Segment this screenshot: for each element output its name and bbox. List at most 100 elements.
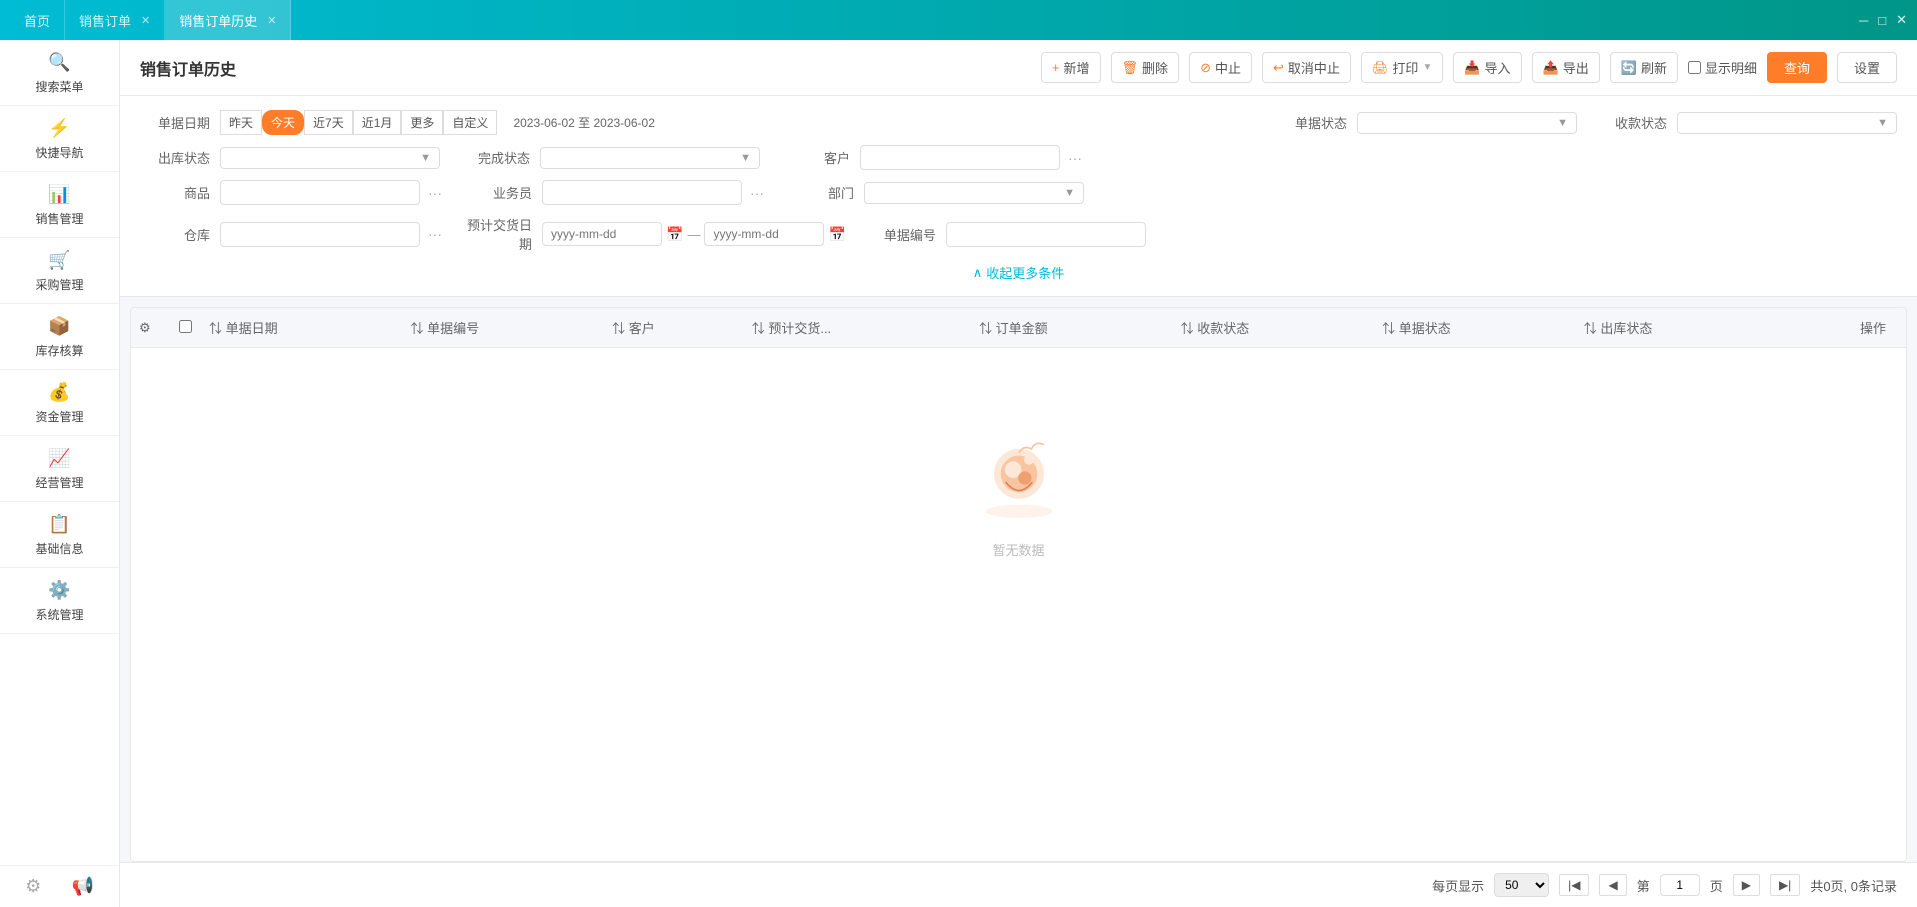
filter-row-4: 仓库 ··· 预计交货日期 📅 — 📅 单据编号 [140, 215, 1897, 253]
warehouse-input[interactable] [220, 222, 420, 247]
th-customer[interactable]: ⇅ 客户 [604, 308, 744, 348]
payment-status-select[interactable]: ▼ [1677, 112, 1897, 134]
collapse-button[interactable]: ∧ 收起更多条件 [140, 263, 1897, 282]
sidebar-item-quick-nav[interactable]: ⚡ 快捷导航 [0, 106, 119, 172]
salesperson-field-group: ··· [542, 180, 764, 205]
page-header: 销售订单历史 + 新增 🗑 删除 ⊘ 中止 ↩ 取消中止 [120, 40, 1917, 96]
customer-field-group: ··· [860, 145, 1082, 170]
print-button[interactable]: 🖨 打印 ▼ [1361, 52, 1443, 83]
add-button[interactable]: + 新增 [1041, 52, 1101, 83]
date-range-display: 2023-06-02 至 2023-06-02 [513, 114, 654, 131]
expected-date-start[interactable] [542, 222, 662, 246]
product-dots-button[interactable]: ··· [428, 185, 442, 201]
th-delivery-status[interactable]: ⇅ 出库状态 [1576, 308, 1778, 348]
sidebar-item-finance[interactable]: 💰 资金管理 [0, 370, 119, 436]
empty-text: 暂无数据 [992, 540, 1044, 559]
sidebar-speaker-icon[interactable]: 📢 [71, 876, 93, 897]
date-btn-today[interactable]: 今天 [262, 110, 304, 135]
page-number-input[interactable] [1660, 874, 1700, 896]
delete-label: 删除 [1142, 58, 1168, 77]
maximize-icon[interactable]: □ [1878, 13, 1886, 28]
payment-status-arrow-icon: ▼ [1877, 117, 1888, 129]
empty-illustration [969, 428, 1069, 528]
sidebar-item-sales-mgmt[interactable]: 📊 销售管理 [0, 172, 119, 238]
warehouse-dots-button[interactable]: ··· [428, 226, 442, 242]
sidebar-item-system-mgmt[interactable]: ⚙️ 系统管理 [0, 568, 119, 634]
product-input[interactable] [220, 180, 420, 205]
customer-dots-button[interactable]: ··· [1068, 150, 1082, 166]
delivery-status-select[interactable]: ▼ [220, 147, 440, 169]
import-button[interactable]: 📥 导入 [1453, 52, 1521, 83]
export-button[interactable]: 📤 导出 [1532, 52, 1600, 83]
query-button[interactable]: 查询 [1767, 52, 1827, 83]
collapse-row: ∧ 收起更多条件 [140, 263, 1897, 282]
calendar-start-icon[interactable]: 📅 [666, 226, 683, 243]
complete-status-select[interactable]: ▼ [540, 147, 760, 169]
sidebar-item-base-info-label: 基础信息 [35, 540, 83, 557]
select-all-checkbox[interactable] [179, 320, 192, 333]
department-arrow-icon: ▼ [1064, 187, 1075, 199]
settings-button[interactable]: 设置 [1837, 52, 1897, 83]
show-detail-checkbox[interactable] [1688, 61, 1701, 74]
date-btn-yesterday[interactable]: 昨天 [220, 110, 262, 135]
date-btn-more[interactable]: 更多 [401, 110, 443, 135]
sidebar-item-search-menu[interactable]: 🔍 搜索菜单 [0, 40, 119, 106]
sidebar: 🔍 搜索菜单 ⚡ 快捷导航 📊 销售管理 🛒 采购管理 📦 库存核算 💰 资金管… [0, 40, 120, 907]
date-btn-custom[interactable]: 自定义 [443, 110, 497, 135]
th-expected-delivery[interactable]: ⇅ 预计交货... [744, 308, 971, 348]
import-label: 导入 [1485, 58, 1511, 77]
th-delivery-status-label: ⇅ 出库状态 [1584, 321, 1653, 336]
page-next-button[interactable]: ▶ [1733, 874, 1760, 896]
purchase-mgmt-icon: 🛒 [48, 250, 70, 271]
order-no-input[interactable] [946, 222, 1146, 247]
department-select[interactable]: ▼ [864, 182, 1084, 204]
content-area: 销售订单历史 + 新增 🗑 删除 ⊘ 中止 ↩ 取消中止 [120, 40, 1917, 907]
sidebar-settings-icon[interactable]: ⚙ [25, 876, 41, 897]
page-last-button[interactable]: ▶| [1770, 874, 1800, 896]
tab-sales-order-close[interactable]: ✕ [141, 14, 150, 27]
top-bar: 首页 销售订单 ✕ 销售订单历史 ✕ ─ □ ✕ [0, 0, 1917, 40]
salesperson-input[interactable] [542, 180, 742, 205]
page-first-button[interactable]: |◀ [1559, 874, 1589, 896]
sidebar-item-purchase-mgmt[interactable]: 🛒 采购管理 [0, 238, 119, 304]
th-gear[interactable]: ⚙ [131, 308, 171, 348]
delivery-status-arrow-icon: ▼ [420, 152, 431, 164]
import-icon: 📥 [1464, 60, 1480, 76]
close-icon[interactable]: ✕ [1896, 12, 1907, 28]
stop-button[interactable]: ⊘ 中止 [1189, 52, 1252, 83]
sidebar-item-finance-label: 资金管理 [35, 408, 83, 425]
date-btn-last1month[interactable]: 近1月 [353, 110, 402, 135]
page-size-select[interactable]: 10 20 50 100 [1494, 873, 1549, 897]
sidebar-item-business-mgmt[interactable]: 📈 经营管理 [0, 436, 119, 502]
calendar-end-icon[interactable]: 📅 [828, 226, 845, 243]
search-menu-icon: 🔍 [48, 52, 70, 73]
order-status-select[interactable]: ▼ [1357, 112, 1577, 134]
cancel-stop-button[interactable]: ↩ 取消中止 [1262, 52, 1351, 83]
customer-input[interactable] [860, 145, 1060, 170]
tab-home[interactable]: 首页 [10, 0, 65, 40]
page-prev-button[interactable]: ◀ [1599, 874, 1626, 896]
sidebar-item-inventory[interactable]: 📦 库存核算 [0, 304, 119, 370]
refresh-button[interactable]: 🔄 刷新 [1610, 52, 1678, 83]
th-order-status[interactable]: ⇅ 单据状态 [1374, 308, 1576, 348]
date-btn-last7[interactable]: 近7天 [304, 110, 353, 135]
tab-sales-order[interactable]: 销售订单 ✕ [65, 0, 165, 40]
th-date[interactable]: ⇅ 单据日期 [201, 308, 403, 348]
tab-sales-order-history[interactable]: 销售订单历史 ✕ [165, 0, 291, 40]
delete-button[interactable]: 🗑 删除 [1111, 52, 1180, 83]
th-check[interactable] [171, 308, 201, 348]
th-payment-status[interactable]: ⇅ 收款状态 [1173, 308, 1375, 348]
chevron-up-icon: ∧ [973, 265, 983, 281]
tab-home-label: 首页 [24, 11, 50, 30]
sidebar-item-base-info[interactable]: 📋 基础信息 [0, 502, 119, 568]
salesperson-dots-button[interactable]: ··· [750, 185, 764, 201]
th-order-no[interactable]: ⇅ 单据编号 [403, 308, 605, 348]
tab-sales-order-history-close[interactable]: ✕ [267, 14, 276, 27]
expected-date-end[interactable] [704, 222, 824, 246]
show-detail-text: 显示明细 [1705, 58, 1757, 77]
finance-icon: 💰 [48, 382, 70, 403]
minimize-icon[interactable]: ─ [1859, 13, 1868, 28]
show-detail-label[interactable]: 显示明细 [1688, 58, 1757, 77]
tab-sales-order-history-label: 销售订单历史 [179, 11, 257, 30]
th-amount[interactable]: ⇅ 订单金额 [971, 308, 1173, 348]
